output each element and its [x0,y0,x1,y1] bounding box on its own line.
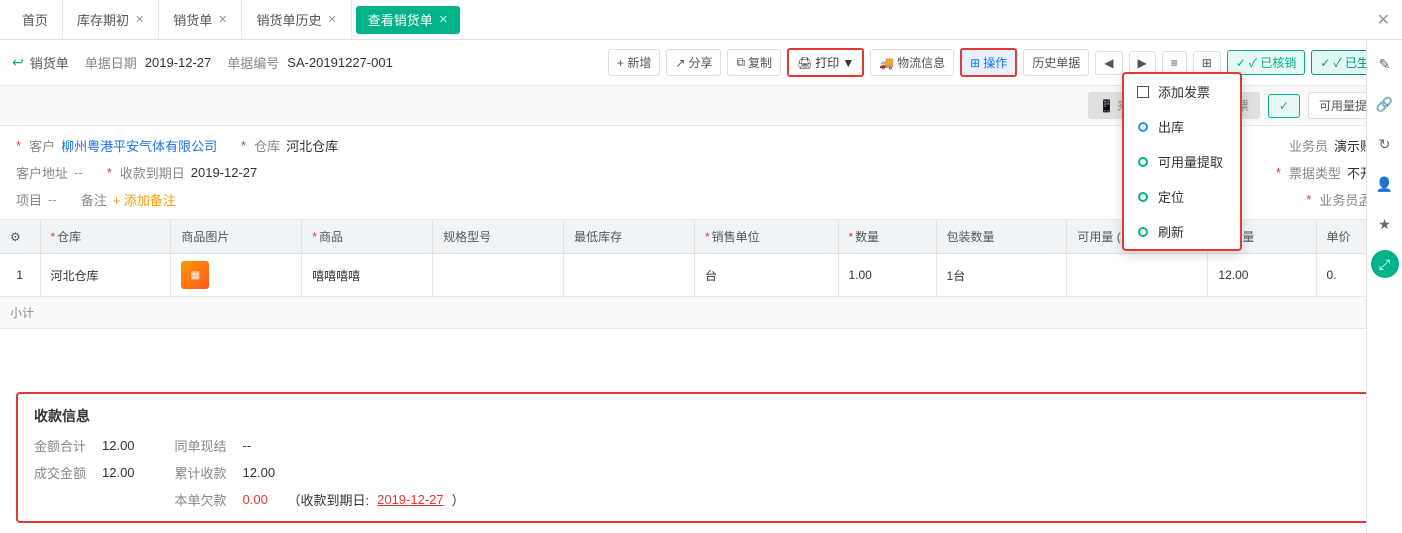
tab-inventory-close[interactable]: ✕ [135,13,144,26]
amount-total-item: 金额合计 12.00 [34,436,135,455]
col-warehouse: *仓库 [40,220,171,254]
same-order-item: 同单现结 -- [175,436,465,455]
share-icon: ↗ [675,56,685,70]
tab-sales[interactable]: 销货单 ✕ [159,0,242,39]
refresh-icon [1136,225,1150,239]
row-min-stock [564,254,695,297]
phone-icon: 📱 [1099,99,1114,113]
customer-field: * 客户 柳州粤港平安气体有限公司 [16,136,217,155]
row-quantity: 1.00 [838,254,936,297]
col-unit: *销售单位 [694,220,838,254]
operations-icon: ⊞ [970,56,980,70]
sidebar-expand-icon[interactable]: ⤢ [1371,250,1399,278]
right-sidebar: ✎ 🔗 ↻ 👤 ★ ⤢ [1366,40,1402,533]
history-button[interactable]: 历史单据 [1023,49,1089,76]
row-pack-qty: 1台 [936,254,1067,297]
sidebar-user-icon[interactable]: 👤 [1371,170,1399,198]
print-icon: 🖨 [797,56,812,70]
operations-button[interactable]: ⊞ 操作 [960,48,1017,77]
tab-view-sales[interactable]: 查看销货单 ✕ [356,6,460,34]
available-fetch-icon [1136,155,1150,169]
effective-icon: ✓ [1320,56,1330,70]
tab-sales-history-close[interactable]: ✕ [328,13,337,26]
row-product: 嘻嘻嘻嘻 [302,254,433,297]
print-button[interactable]: 🖨 打印 ▼ [787,48,864,77]
locate-icon [1136,190,1150,204]
tab-home[interactable]: 首页 [8,0,63,39]
doc-actions: + 新增 ↗ 分享 ⧉ 复制 🖨 打印 ▼ 🚚 物流信息 ⊞ 操作 [608,48,1390,77]
copy-icon: ⧉ [736,55,745,70]
sidebar-refresh-icon[interactable]: ↻ [1371,130,1399,158]
transaction-amount-item: 成交金额 12.00 [34,463,135,482]
dropdown-locate[interactable]: 定位 [1124,179,1240,214]
settings-icon: ⚙ [10,230,21,244]
note-field: 备注 + 添加备注 [81,190,176,209]
col-min-stock: 最低库存 [564,220,695,254]
copy-button[interactable]: ⧉ 复制 [727,49,781,76]
prev-button[interactable]: ◀ [1095,51,1122,75]
tab-sales-close[interactable]: ✕ [218,13,227,26]
tab-inventory[interactable]: 库存期初 ✕ [63,0,159,39]
view1-button[interactable]: ≡ [1162,51,1187,75]
tab-bar: 首页 库存期初 ✕ 销货单 ✕ 销货单历史 ✕ 查看销货单 ✕ ✕ [0,0,1402,40]
operations-dropdown: 添加发票 出库 可用量提取 定位 刷新 [1122,72,1242,251]
outbound-icon [1136,120,1150,134]
sidebar-star-icon[interactable]: ★ [1371,210,1399,238]
tab-view-sales-close[interactable]: ✕ [439,13,448,26]
dropdown-refresh[interactable]: 刷新 [1124,214,1240,249]
doc-meta-number: 单据编号 SA-20191227-001 [227,53,393,72]
tab-sales-history[interactable]: 销货单历史 ✕ [242,0,351,39]
dropdown-available-fetch[interactable]: 可用量提取 [1124,144,1240,179]
next-button[interactable]: ▶ [1129,51,1156,75]
payment-section: 收款信息 金额合计 12.00 成交金额 12.00 同单现结 -- 累计收款 [16,392,1386,523]
row-unit: 台 [694,254,838,297]
payment-col-left: 金额合计 12.00 成交金额 12.00 [34,436,135,509]
cumulative-item: 累计收款 12.00 [175,463,465,482]
share-button[interactable]: ↗ 分享 [666,49,721,76]
doc-type: ↩ 销货单 [12,53,69,72]
view2-button[interactable]: ⊞ [1193,51,1221,75]
row-spec [433,254,564,297]
sold-out-icon: ✓ [1236,56,1246,70]
payment-rows: 金额合计 12.00 成交金额 12.00 同单现结 -- 累计收款 12.00 [34,436,1368,509]
row-stock: 12.00 [1208,254,1316,297]
confirm-button[interactable]: ✓ [1268,94,1300,118]
col-settings[interactable]: ⚙ [0,220,40,254]
dropdown-add-invoice[interactable]: 添加发票 [1124,74,1240,109]
address-field: 客户地址 -- [16,163,83,182]
col-product-img: 商品图片 [171,220,302,254]
dropdown-outbound[interactable]: 出库 [1124,109,1240,144]
doc-meta-date: 单据日期 2019-12-27 [85,53,212,72]
subtotal-label: 小计 [0,297,1402,329]
add-note-icon: + [113,193,121,208]
project-field: 项目 -- [16,190,57,209]
doc-type-icon: ↩ [12,54,24,71]
balance-item: 本单欠款 0.00 （收款到期日: 2019-12-27 ） [175,490,465,509]
sidebar-link-icon[interactable]: 🔗 [1371,90,1399,118]
logistics-button[interactable]: 🚚 物流信息 [870,49,954,76]
sidebar-edit-icon[interactable]: ✎ [1371,50,1399,78]
col-quantity: *数量 [838,220,936,254]
warehouse-field: * 仓库 河北仓库 [241,136,338,155]
payment-col-right: 同单现结 -- 累计收款 12.00 本单欠款 0.00 （收款到期日: 201… [175,436,465,509]
row-index: 1 [0,254,40,297]
payment-title: 收款信息 [34,406,1368,426]
new-button[interactable]: + 新增 [608,49,660,76]
subtotal-row: 小计 [0,297,1402,329]
col-pack-qty: 包装数量 [936,220,1067,254]
col-product: *商品 [302,220,433,254]
due-date-field: * 收款到期日 2019-12-27 [107,163,258,182]
row-product-img: ▦ [171,254,302,297]
logistics-icon: 🚚 [879,56,894,70]
table-row: 1 河北仓库 ▦ 嘻嘻嘻嘻 台 1.00 1台 12.00 0. [0,254,1402,297]
row-warehouse: 河北仓库 [40,254,171,297]
col-spec: 规格型号 [433,220,564,254]
row-available [1067,254,1208,297]
product-thumbnail: ▦ [181,261,209,289]
add-invoice-icon [1136,85,1150,99]
doc-type-label: 销货单 [30,53,69,72]
window-close-button[interactable]: ✕ [1377,10,1390,30]
